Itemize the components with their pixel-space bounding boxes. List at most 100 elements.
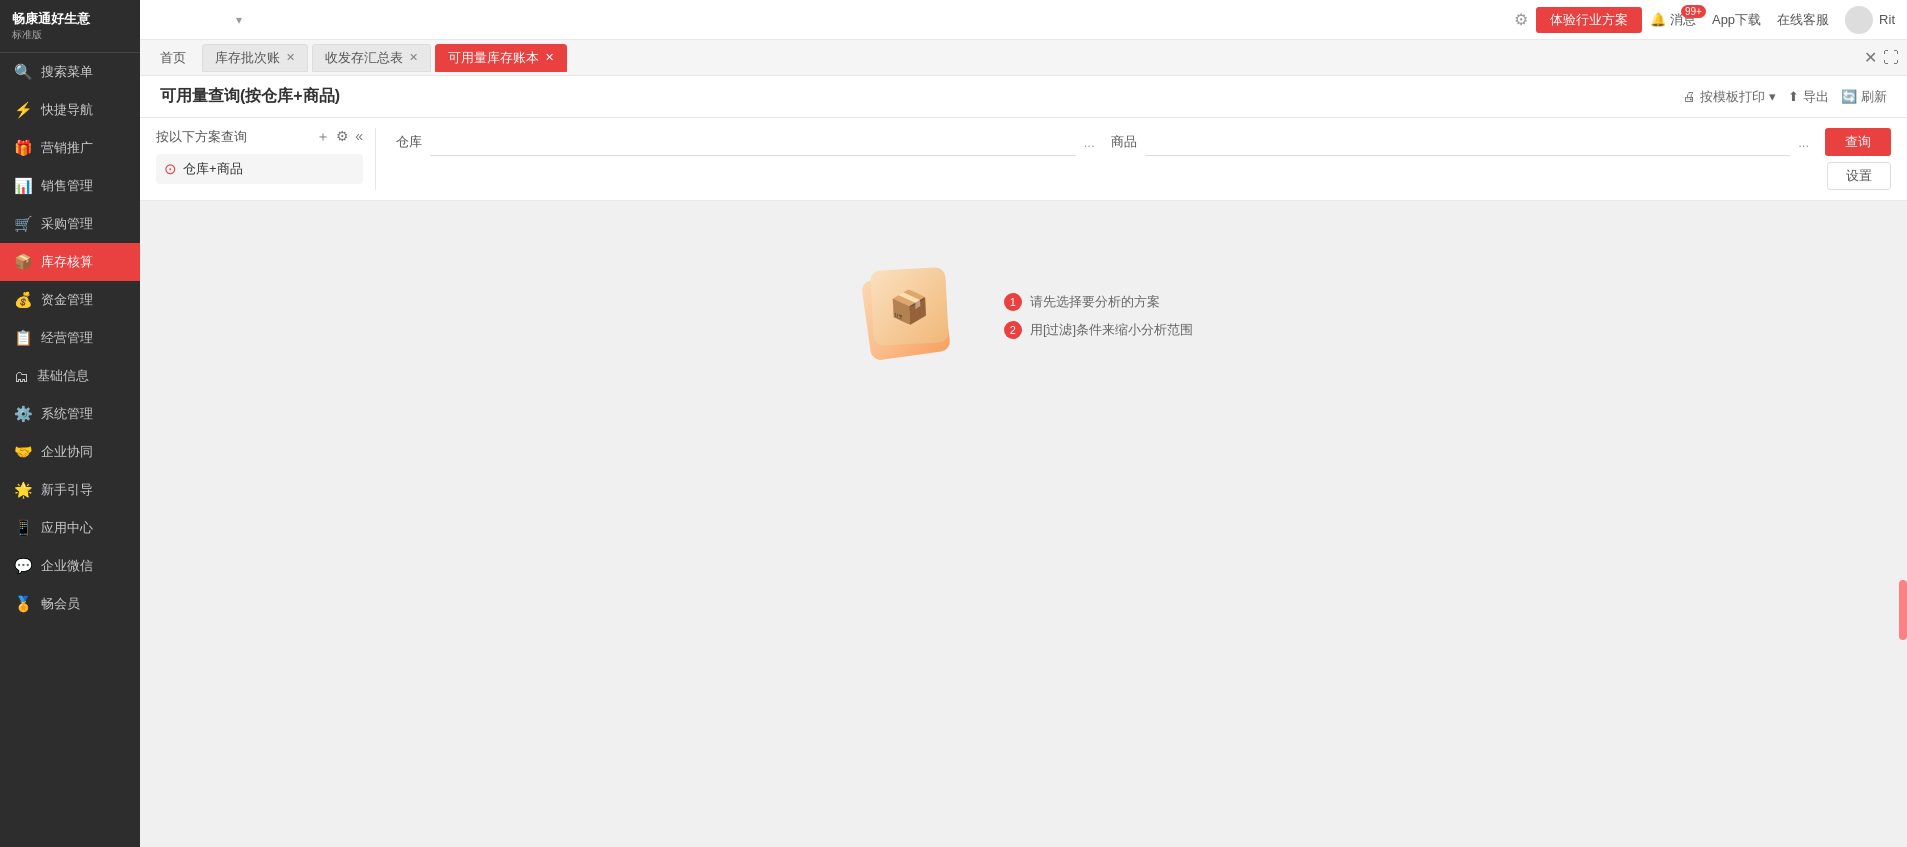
sidebar-label-inventory: 库存核算 [41, 253, 93, 271]
user-name: Rit [1879, 12, 1895, 27]
sidebar-icon-newbie: 🌟 [14, 481, 33, 499]
sidebar-label-marketing: 营销推广 [41, 139, 93, 157]
tab-available-ledger-close[interactable]: ✕ [545, 51, 554, 64]
notification-badge: 99+ [1681, 5, 1706, 18]
user-area[interactable]: Rit [1845, 6, 1895, 34]
right-scrollbar[interactable] [1899, 580, 1907, 640]
tab-batch-ledger[interactable]: 库存批次账 ✕ [202, 44, 308, 72]
scheme-item-warehouse-goods[interactable]: ⊙ 仓库+商品 [156, 154, 363, 184]
breadcrumb-chevron: ▾ [236, 13, 242, 27]
sidebar-icon-search: 🔍 [14, 63, 33, 81]
sidebar-item-basic[interactable]: 🗂基础信息 [0, 357, 140, 395]
tab-recv-summary-close[interactable]: ✕ [409, 51, 418, 64]
print-icon: 🖨 [1683, 89, 1696, 104]
sidebar-item-sales[interactable]: 📊 销售管理 [0, 167, 140, 205]
breadcrumb-input[interactable] [152, 13, 232, 27]
expand-btn[interactable]: ⛶ [1883, 49, 1899, 67]
topbar: ▾ ⚙ 体验行业方案 🔔 99+ 消息 App下载 在线客服 Rit [140, 0, 1907, 40]
sidebar-scroll: 🔍 搜索菜单 ⚡快捷导航🎁营销推广 📊 销售管理 🛒采购管理 📦 库存核算 💰 资金管理 📋经营管理… [0, 53, 140, 847]
avatar [1845, 6, 1873, 34]
topbar-right: 🔔 99+ 消息 App下载 在线客服 Rit [1650, 6, 1895, 34]
add-scheme-btn[interactable]: ＋ [316, 128, 330, 146]
sidebar-item-inventory[interactable]: 📦 库存核算 [0, 243, 140, 281]
sidebar-icon-quick-nav: ⚡ [14, 101, 33, 119]
sidebar-item-member[interactable]: 🏅畅会员 [0, 585, 140, 623]
sidebar-item-operation[interactable]: 📋经营管理 [0, 319, 140, 357]
warehouse-input[interactable] [430, 128, 1076, 156]
sidebar-item-quick-nav[interactable]: ⚡快捷导航 [0, 91, 140, 129]
sidebar-icon-enterprise: 🤝 [14, 443, 33, 461]
sidebar-label-enterprise: 企业协同 [41, 443, 93, 461]
notification-btn[interactable]: 🔔 99+ 消息 [1650, 11, 1696, 29]
sidebar-icon-basic: 🗂 [14, 368, 29, 385]
sidebar-item-marketing[interactable]: 🎁营销推广 [0, 129, 140, 167]
empty-tips: 1 请先选择要分析的方案 2 用[过滤]条件来缩小分析范围 [1004, 293, 1193, 339]
sidebar-item-purchase[interactable]: 🛒采购管理 [0, 205, 140, 243]
refresh-action[interactable]: 🔄 刷新 [1841, 88, 1887, 106]
settings-btn[interactable]: 设置 [1827, 162, 1891, 190]
sidebar-icon-sales: 📊 [14, 177, 33, 195]
filter-field-goods: 商品 ... [1111, 128, 1810, 156]
export-action[interactable]: ⬆ 导出 [1788, 88, 1829, 106]
query-btn[interactable]: 查询 [1825, 128, 1891, 156]
tab-batch-ledger-label: 库存批次账 [215, 49, 280, 67]
gear-icon[interactable]: ⚙ [1514, 10, 1528, 29]
refresh-icon: 🔄 [1841, 89, 1857, 104]
goods-input[interactable] [1145, 128, 1791, 156]
sidebar-label-sales: 销售管理 [41, 177, 93, 195]
sidebar-label-appstore: 应用中心 [41, 519, 93, 537]
sidebar-item-finance[interactable]: 💰 资金管理 [0, 281, 140, 319]
sidebar-label-purchase: 采购管理 [41, 215, 93, 233]
print-action[interactable]: 🖨 按模板打印 ▾ [1683, 88, 1776, 106]
filter-field-warehouse: 仓库 ... [396, 128, 1095, 156]
scheme-header-label: 按以下方案查询 [156, 128, 247, 146]
app-download-link[interactable]: App下载 [1712, 11, 1761, 29]
sidebar-logo: 畅康通好生意 标准版 [0, 0, 140, 53]
sidebar-item-enterprise[interactable]: 🤝 企业协同 [0, 433, 140, 471]
home-tab-label: 首页 [160, 49, 186, 67]
logo-title: 畅康通好生意 [12, 10, 128, 28]
sidebar-label-member: 畅会员 [41, 595, 80, 613]
page-title: 可用量查询(按仓库+商品) [160, 86, 340, 107]
tip-num-1: 1 [1004, 293, 1022, 311]
sidebar-icon-operation: 📋 [14, 329, 33, 347]
warehouse-more-btn[interactable]: ... [1084, 135, 1095, 150]
tip-num-2: 2 [1004, 321, 1022, 339]
filter-left: 按以下方案查询 ＋ ⚙ « ⊙ 仓库+商品 [156, 128, 376, 190]
filter-right: 仓库 ... 商品 ... [376, 128, 1809, 190]
topbar-breadcrumb: ▾ [152, 13, 1506, 27]
manage-scheme-btn[interactable]: ⚙ [336, 128, 349, 146]
sidebar-item-appstore[interactable]: 📱 应用中心 [0, 509, 140, 547]
goods-more-btn[interactable]: ... [1798, 135, 1809, 150]
sidebar-item-wechat[interactable]: 💬企业微信 [0, 547, 140, 585]
scheme-item-label: 仓库+商品 [183, 160, 243, 178]
close-window-btn[interactable]: ✕ [1864, 48, 1877, 67]
sidebar-icon-finance: 💰 [14, 291, 33, 309]
tab-available-ledger[interactable]: 可用量库存账本 ✕ [435, 44, 567, 72]
page-actions: 🖨 按模板打印 ▾ ⬆ 导出 🔄 刷新 [1683, 88, 1887, 106]
tab-batch-ledger-close[interactable]: ✕ [286, 51, 295, 64]
sidebar-item-search[interactable]: 🔍 搜索菜单 [0, 53, 140, 91]
notification-icon: 🔔 [1650, 12, 1666, 27]
tab-recv-summary-label: 收发存汇总表 [325, 49, 403, 67]
tip-text-2: 用[过滤]条件来缩小分析范围 [1030, 321, 1193, 339]
print-label: 按模板打印 [1700, 88, 1765, 106]
sidebar-label-finance: 资金管理 [41, 291, 93, 309]
online-service-link[interactable]: 在线客服 [1777, 11, 1829, 29]
tab-recv-summary[interactable]: 收发存汇总表 ✕ [312, 44, 431, 72]
tab-home[interactable]: 首页 [148, 44, 198, 72]
filter-row-1: 仓库 ... 商品 ... [396, 128, 1809, 156]
sidebar-label-newbie: 新手引导 [41, 481, 93, 499]
empty-state: 📦 1 请先选择要分析的方案 2 用[过滤]条件来缩小分析范围 [140, 201, 1907, 411]
sidebar-item-system[interactable]: ⚙️系统管理 [0, 395, 140, 433]
sidebar-label-search: 搜索菜单 [41, 63, 93, 81]
empty-box-icon: 📦 [888, 286, 930, 326]
collapse-scheme-btn[interactable]: « [355, 128, 363, 146]
sidebar-icon-appstore: 📱 [14, 519, 33, 537]
trial-btn[interactable]: 体验行业方案 [1536, 7, 1642, 33]
tabs-bar: 首页 库存批次账 ✕ 收发存汇总表 ✕ 可用量库存账本 ✕ ✕ ⛶ [140, 40, 1907, 76]
sidebar-icon-inventory: 📦 [14, 253, 33, 271]
sidebar-item-newbie[interactable]: 🌟 新手引导 [0, 471, 140, 509]
filter-area: 按以下方案查询 ＋ ⚙ « ⊙ 仓库+商品 仓库 [140, 118, 1907, 201]
empty-state-body: 📦 1 请先选择要分析的方案 2 用[过滤]条件来缩小分析范围 [854, 261, 1193, 371]
